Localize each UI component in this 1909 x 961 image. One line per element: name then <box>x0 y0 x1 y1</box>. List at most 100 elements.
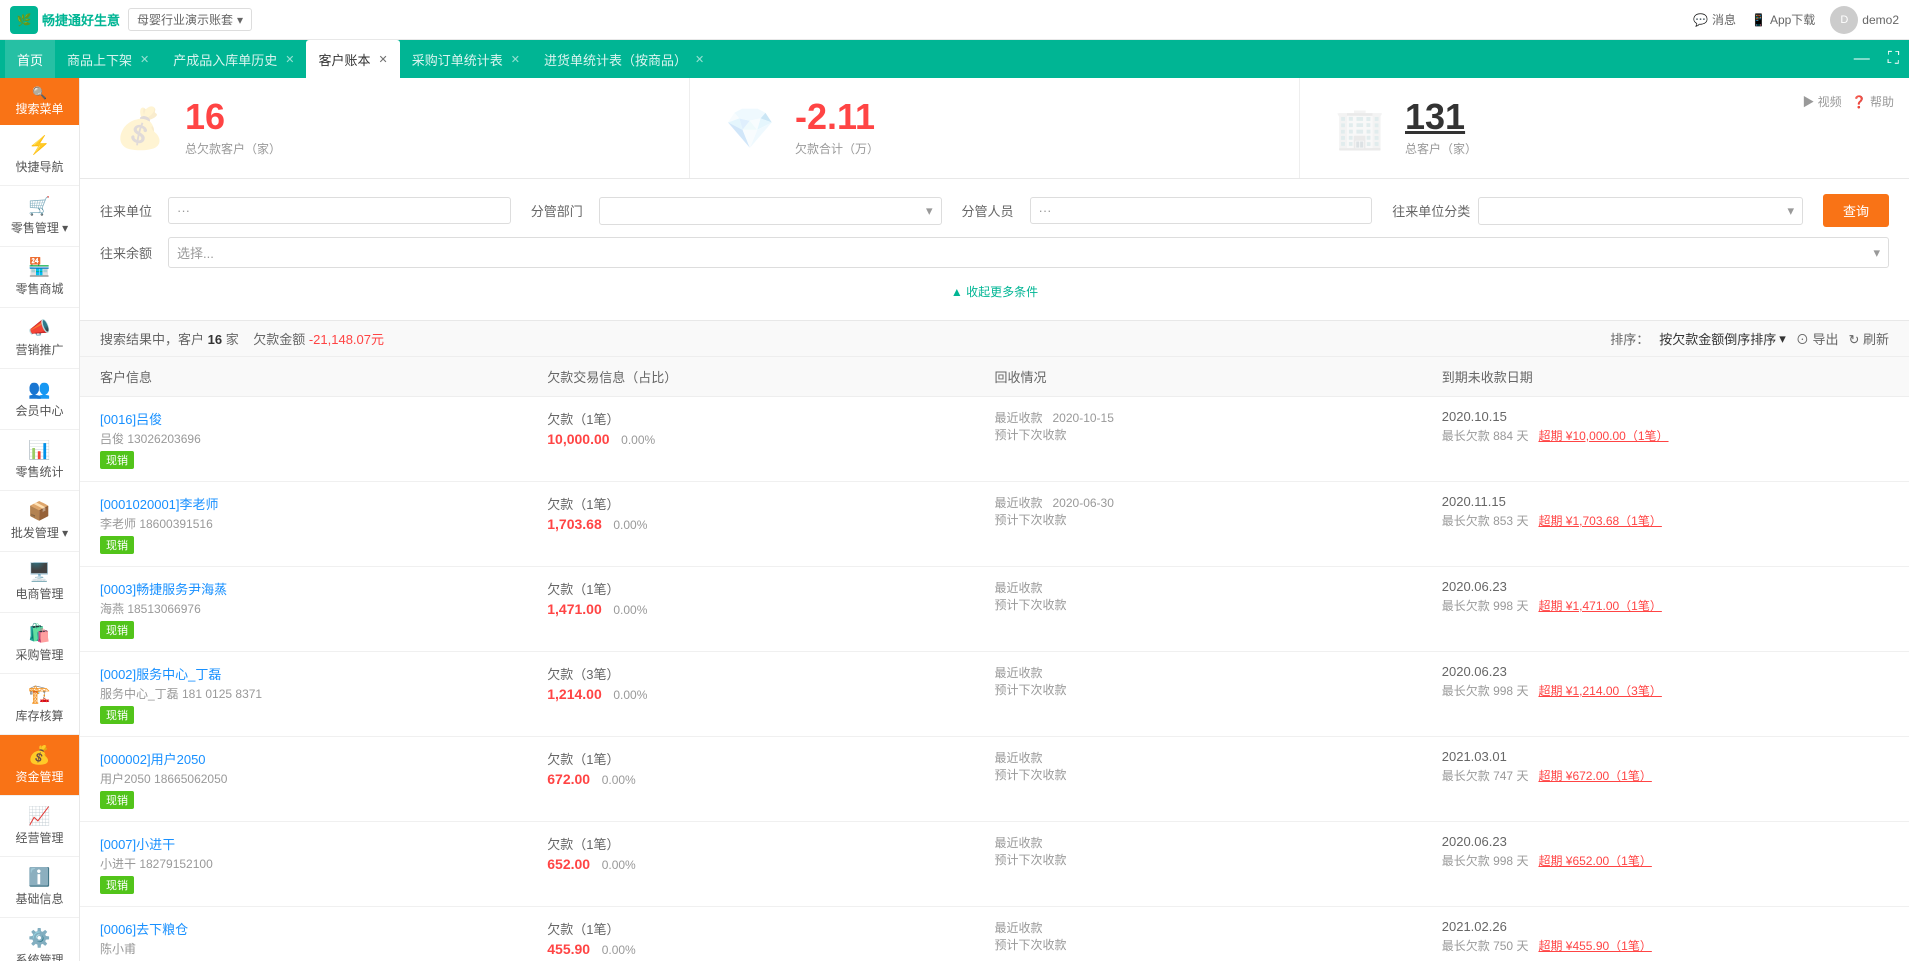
sidebar-item-basic-info[interactable]: ℹ️ 基础信息 <box>0 857 79 918</box>
sidebar-item-quick-nav[interactable]: ⚡ 快捷导航 <box>0 125 79 186</box>
customer-sub: 海燕 18513066976 <box>100 600 547 617</box>
sidebar-item-purchase[interactable]: 🛍️ 采购管理 <box>0 613 79 674</box>
content-area: 💰 16 总欠款客户（家） 💎 -2.11 欠款合计（万） 🏢 131 总客户（… <box>80 78 1909 961</box>
sidebar-item-finance[interactable]: 💰 资金管理 <box>0 735 79 796</box>
message-button[interactable]: 💬 消息 <box>1693 11 1736 28</box>
collapse-row[interactable]: ▲ 收起更多条件 <box>100 278 1889 305</box>
refresh-icon: ↻ <box>1848 332 1863 347</box>
tab-product-history-close[interactable]: ✕ <box>285 53 294 66</box>
video-button[interactable]: ▶ 视频 <box>1802 93 1841 110</box>
debt-amount: 1,214.00 <box>547 686 602 702</box>
sidebar-item-sys-mgmt[interactable]: ⚙️ 系统管理 <box>0 918 79 961</box>
overdue-link[interactable]: 超期 ¥455.90（1笔） <box>1538 939 1651 953</box>
customer-name-link[interactable]: [0006]去下粮仓 <box>100 922 188 937</box>
customer-name-link[interactable]: [0007]小进干 <box>100 837 175 852</box>
export-button[interactable]: ⊙ 导出 <box>1796 329 1839 348</box>
member-icon: 👥 <box>5 379 74 400</box>
nav-minimize-button[interactable]: — <box>1849 50 1875 68</box>
overdue-cell: 2020.11.15 最长欠款 853 天 超期 ¥1,703.68（1笔） <box>1442 494 1889 529</box>
overdue-link[interactable]: 超期 ¥1,703.68（1笔） <box>1538 514 1661 528</box>
nav-maximize-button[interactable]: ⛶ <box>1883 50 1904 68</box>
overdue-link[interactable]: 超期 ¥652.00（1笔） <box>1538 854 1651 868</box>
sidebar-item-retail-mgmt[interactable]: 🛒 零售管理 ▾ <box>0 186 79 247</box>
sidebar-item-retail-store[interactable]: 🏪 零售商城 <box>0 247 79 308</box>
customer-name-link[interactable]: [000002]用户2050 <box>100 752 206 767</box>
tab-products-off-close[interactable]: ✕ <box>140 53 149 66</box>
sidebar-item-finance-label: 资金管理 <box>15 770 63 784</box>
sidebar-item-retail-stats[interactable]: 📊 零售统计 <box>0 430 79 491</box>
collapse-label: 收起更多条件 <box>966 285 1038 299</box>
tab-customer-account[interactable]: 客户账本 ✕ <box>306 40 399 78</box>
help-button[interactable]: ❓ 帮助 <box>1852 93 1894 110</box>
recovery-next-label: 预计下次收款 <box>995 596 1442 613</box>
industry-selector[interactable]: 母婴行业演示账套 ▾ <box>128 8 252 31</box>
sort-label: 排序： <box>1610 329 1649 348</box>
sort-selector[interactable]: 按欠款金额倒序排序 ▾ <box>1659 329 1786 348</box>
customer-name-link[interactable]: [0003]畅捷服务尹海蒸 <box>100 582 227 597</box>
quick-nav-icon: ⚡ <box>5 135 74 156</box>
tab-purchase-order-close[interactable]: ✕ <box>511 53 520 66</box>
tab-stock-stats-close[interactable]: ✕ <box>695 53 704 66</box>
debt-count: 欠款（1笔） <box>547 579 994 598</box>
overdue-link[interactable]: 超期 ¥10,000.00（1笔） <box>1538 429 1668 443</box>
debt-percent: 0.00% <box>602 858 636 872</box>
customer-name-link[interactable]: [0001020001]李老师 <box>100 497 219 512</box>
col-header-customer: 客户信息 <box>100 367 547 386</box>
stat-card-total-customers: 🏢 131 总客户（家） ▶ 视频 ❓ 帮助 <box>1300 78 1909 178</box>
tab-stock-stats[interactable]: 进货单统计表（按商品） ✕ <box>532 40 716 78</box>
debt-info-cell: 欠款（1笔） 672.00 0.00% <box>547 749 994 787</box>
customer-name-link[interactable]: [0002]服务中心_丁磊 <box>100 667 221 682</box>
sidebar-item-inventory[interactable]: 🏗️ 库存核算 <box>0 674 79 735</box>
total-customers-number: 131 <box>1405 99 1477 135</box>
retail-mgmt-icon: 🛒 <box>5 196 74 217</box>
manager-dots: ··· <box>1039 203 1052 218</box>
search-icon: 🔍 <box>32 86 47 100</box>
logo-area: 🌿 畅捷通好生意 <box>10 6 120 34</box>
overdue-link[interactable]: 超期 ¥1,214.00（3笔） <box>1538 684 1661 698</box>
tab-product-history[interactable]: 产成品入库单历史 ✕ <box>161 40 306 78</box>
overdue-link[interactable]: 超期 ¥1,471.00（1笔） <box>1538 599 1661 613</box>
customer-name-link[interactable]: [0016]吕俊 <box>100 412 162 427</box>
source-unit-input[interactable]: ··· <box>168 197 511 224</box>
tab-purchase-order[interactable]: 采购订单统计表 ✕ <box>400 40 532 78</box>
refresh-button[interactable]: ↻ 刷新 <box>1848 329 1889 348</box>
debt-amount-row: 1,703.68 0.00% <box>547 516 994 532</box>
customer-tag: 现销 <box>100 706 134 724</box>
user-label: demo2 <box>1862 13 1899 27</box>
debt-count: 欠款（1笔） <box>547 494 994 513</box>
customer-tag: 现销 <box>100 451 134 469</box>
sidebar-item-marketing[interactable]: 📣 营销推广 <box>0 308 79 369</box>
chevron-down-icon: ▾ <box>237 13 243 27</box>
retail-store-icon: 🏪 <box>5 257 74 278</box>
sys-mgmt-icon: ⚙️ <box>5 928 74 949</box>
tab-home[interactable]: 首页 <box>5 40 55 78</box>
sidebar-item-biz-label: 经营管理 <box>15 831 63 845</box>
inventory-icon: 🏗️ <box>5 684 74 705</box>
tab-products-off[interactable]: 商品上下架 ✕ <box>55 40 161 78</box>
source-unit-dots: ··· <box>177 203 190 218</box>
query-button[interactable]: 查询 <box>1823 194 1889 227</box>
recovery-latest-label: 最近收款 <box>995 579 1442 596</box>
tab-customer-account-close[interactable]: ✕ <box>379 53 388 66</box>
recovery-next-label: 预计下次收款 <box>995 511 1442 528</box>
sidebar-item-member[interactable]: 👥 会员中心 <box>0 369 79 430</box>
overdue-link[interactable]: 超期 ¥672.00（1笔） <box>1538 769 1651 783</box>
balance-select[interactable]: 选择... ▾ <box>168 237 1889 268</box>
manager-label: 分管人员 <box>962 201 1022 220</box>
debt-info-cell: 欠款（1笔） 1,703.68 0.00% <box>547 494 994 532</box>
sidebar-search[interactable]: 🔍 搜索菜单 <box>0 78 79 125</box>
department-select[interactable]: ▾ <box>599 197 942 225</box>
debt-info-cell: 欠款（1笔） 455.90 0.00% <box>547 919 994 957</box>
download-icon: 📱 <box>1751 13 1766 27</box>
table-row: [0016]吕俊 吕俊 13026203696 现销 欠款（1笔） 10,000… <box>80 397 1909 482</box>
app-download-button[interactable]: 📱 App下载 <box>1751 11 1815 28</box>
debt-count: 欠款（1笔） <box>547 919 994 938</box>
sidebar-item-batch-mgmt[interactable]: 📦 批发管理 ▾ <box>0 491 79 552</box>
sidebar-item-biz[interactable]: 📈 经营管理 <box>0 796 79 857</box>
manager-input[interactable]: ··· <box>1030 197 1373 224</box>
finance-icon: 💰 <box>5 745 74 766</box>
sidebar-item-ecommerce[interactable]: 🖥️ 电商管理 <box>0 552 79 613</box>
user-avatar-button[interactable]: D demo2 <box>1830 6 1899 34</box>
unit-category-select[interactable]: ▾ <box>1478 197 1803 225</box>
stat-info-total-customers: 131 总客户（家） <box>1405 99 1477 157</box>
